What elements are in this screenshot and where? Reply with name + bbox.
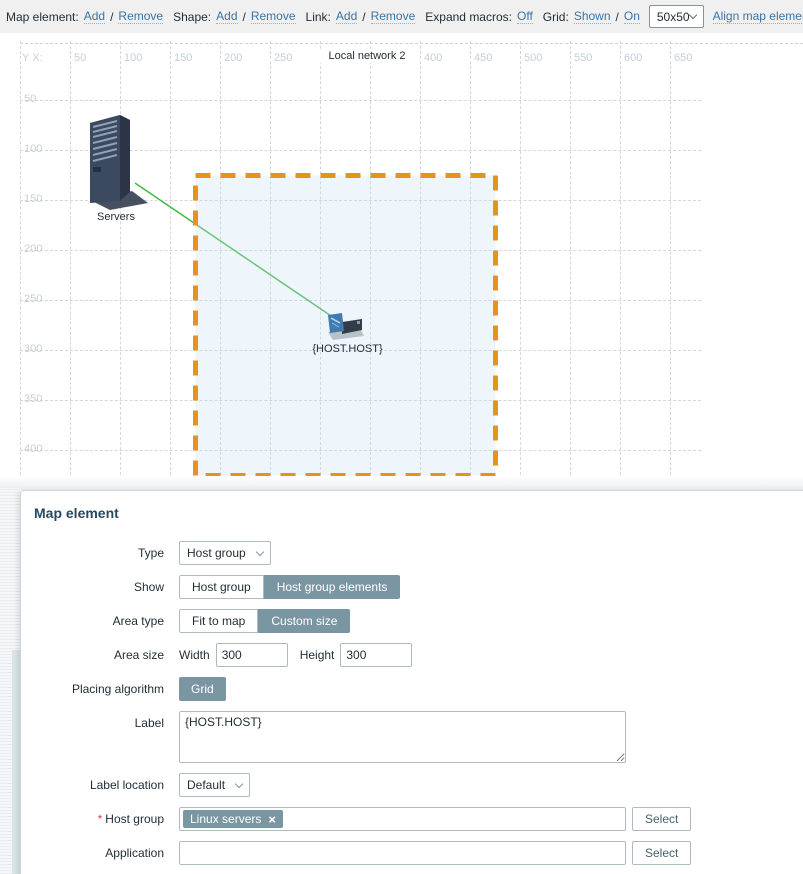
label-row: Label {HOST.HOST} bbox=[34, 711, 803, 763]
host-group-label: * Host group bbox=[97, 812, 164, 826]
map-editor-toolbar: Map element: Add / Remove Shape: Add / R… bbox=[0, 0, 803, 33]
host-group-row: * Host group Linux servers × Select bbox=[34, 807, 803, 831]
height-input[interactable] bbox=[340, 643, 413, 667]
map-overlay bbox=[134, 173, 498, 478]
grid-placing-button[interactable]: Grid bbox=[179, 677, 226, 701]
map-edge-band bbox=[12, 650, 20, 874]
chevron-down-icon bbox=[234, 779, 244, 788]
custom-size-button[interactable]: Custom size bbox=[258, 609, 351, 633]
map-bottom-edge bbox=[0, 476, 803, 490]
placing-algorithm-row: Placing algorithm Grid bbox=[34, 677, 803, 701]
dialog-title: Map element bbox=[34, 505, 119, 521]
label-label: Label bbox=[134, 716, 164, 730]
show-host-group-elements-button[interactable]: Host group elements bbox=[263, 575, 401, 599]
host-group-input[interactable]: Linux servers × bbox=[179, 807, 626, 831]
type-row: Type Host group bbox=[34, 541, 803, 565]
shape-group-label: Shape: bbox=[173, 9, 212, 24]
label-location-label: Label location bbox=[89, 778, 164, 792]
align-map-elements-link[interactable]: Align map elements bbox=[712, 9, 803, 24]
area-type-label: Area type bbox=[112, 614, 164, 628]
separator: / bbox=[110, 9, 114, 24]
link-remove-link[interactable]: Remove bbox=[370, 9, 416, 24]
shape-remove-link[interactable]: Remove bbox=[250, 9, 296, 24]
shape-add-link[interactable]: Add bbox=[216, 9, 238, 24]
type-select[interactable]: Host group bbox=[179, 541, 271, 565]
expand-macros-label: Expand macros: bbox=[425, 9, 512, 24]
grid-snap-toggle[interactable]: On bbox=[623, 9, 640, 24]
link-add-link[interactable]: Add bbox=[335, 9, 358, 24]
area-size-row: Area size Width Height bbox=[34, 643, 803, 667]
separator: / bbox=[615, 9, 619, 24]
map-name-label: Local network 2 bbox=[316, 49, 418, 63]
grid-label: Grid: bbox=[542, 9, 569, 24]
application-label: Application bbox=[105, 846, 164, 860]
host-port bbox=[357, 321, 360, 324]
width-input[interactable] bbox=[215, 643, 288, 667]
show-segmented-control: Host group Host group elements bbox=[179, 575, 401, 599]
link-group-label: Link: bbox=[305, 9, 331, 24]
show-row: Show Host group Host group elements bbox=[34, 575, 803, 599]
server-panel bbox=[93, 167, 101, 172]
host-element-label: {HOST.HOST} bbox=[312, 343, 383, 355]
grid-size-value: 50x50 bbox=[656, 9, 690, 24]
fit-to-map-button[interactable]: Fit to map bbox=[179, 609, 259, 633]
label-location-row: Label location Default bbox=[34, 773, 803, 797]
host-group-chip-label: Linux servers bbox=[190, 812, 262, 826]
chevron-down-icon bbox=[255, 547, 264, 556]
map-element-add-link[interactable]: Add bbox=[83, 9, 106, 24]
grid-shown-toggle[interactable]: Shown bbox=[573, 9, 611, 24]
placing-algorithm-label: Placing algorithm bbox=[71, 682, 164, 696]
application-row: Application Select bbox=[34, 841, 803, 865]
show-label: Show bbox=[133, 580, 164, 594]
chip-remove-icon[interactable]: × bbox=[268, 813, 276, 826]
area-size-label: Area size bbox=[113, 648, 164, 662]
area-type-row: Area type Fit to map Custom size bbox=[34, 609, 803, 633]
label-textarea[interactable]: {HOST.HOST} bbox=[179, 711, 626, 763]
area-type-segmented-control: Fit to map Custom size bbox=[179, 609, 351, 633]
expand-macros-toggle[interactable]: Off bbox=[517, 9, 533, 24]
show-host-group-button[interactable]: Host group bbox=[179, 575, 264, 599]
map-canvas[interactable]: Y X: 50100150200250300350400450500550600… bbox=[0, 33, 803, 490]
width-label: Width bbox=[179, 648, 210, 662]
host-group-chip[interactable]: Linux servers × bbox=[183, 810, 283, 828]
application-select-button[interactable]: Select bbox=[632, 841, 692, 865]
label-location-select[interactable]: Default bbox=[179, 773, 251, 797]
server-map-element[interactable] bbox=[84, 107, 150, 213]
required-asterisk: * bbox=[97, 812, 103, 826]
separator: / bbox=[242, 9, 246, 24]
application-input[interactable] bbox=[179, 841, 626, 865]
host-group-select-button[interactable]: Select bbox=[632, 807, 692, 831]
host-screen bbox=[328, 313, 344, 333]
map-element-dialog: Map element Type Host group Show Host gr… bbox=[20, 490, 803, 874]
host-map-element[interactable] bbox=[324, 310, 368, 342]
server-element-label: Servers bbox=[97, 211, 135, 223]
map-element-remove-link[interactable]: Remove bbox=[118, 9, 164, 24]
server-icon bbox=[120, 115, 130, 201]
label-location-value: Default bbox=[187, 778, 226, 792]
grid-size-select[interactable]: 50x50 bbox=[648, 5, 704, 28]
map-element-group-label: Map element: bbox=[6, 9, 79, 24]
height-label: Height bbox=[299, 648, 335, 662]
type-select-value: Host group bbox=[187, 546, 246, 560]
type-label: Type bbox=[137, 546, 164, 560]
separator: / bbox=[362, 9, 366, 24]
